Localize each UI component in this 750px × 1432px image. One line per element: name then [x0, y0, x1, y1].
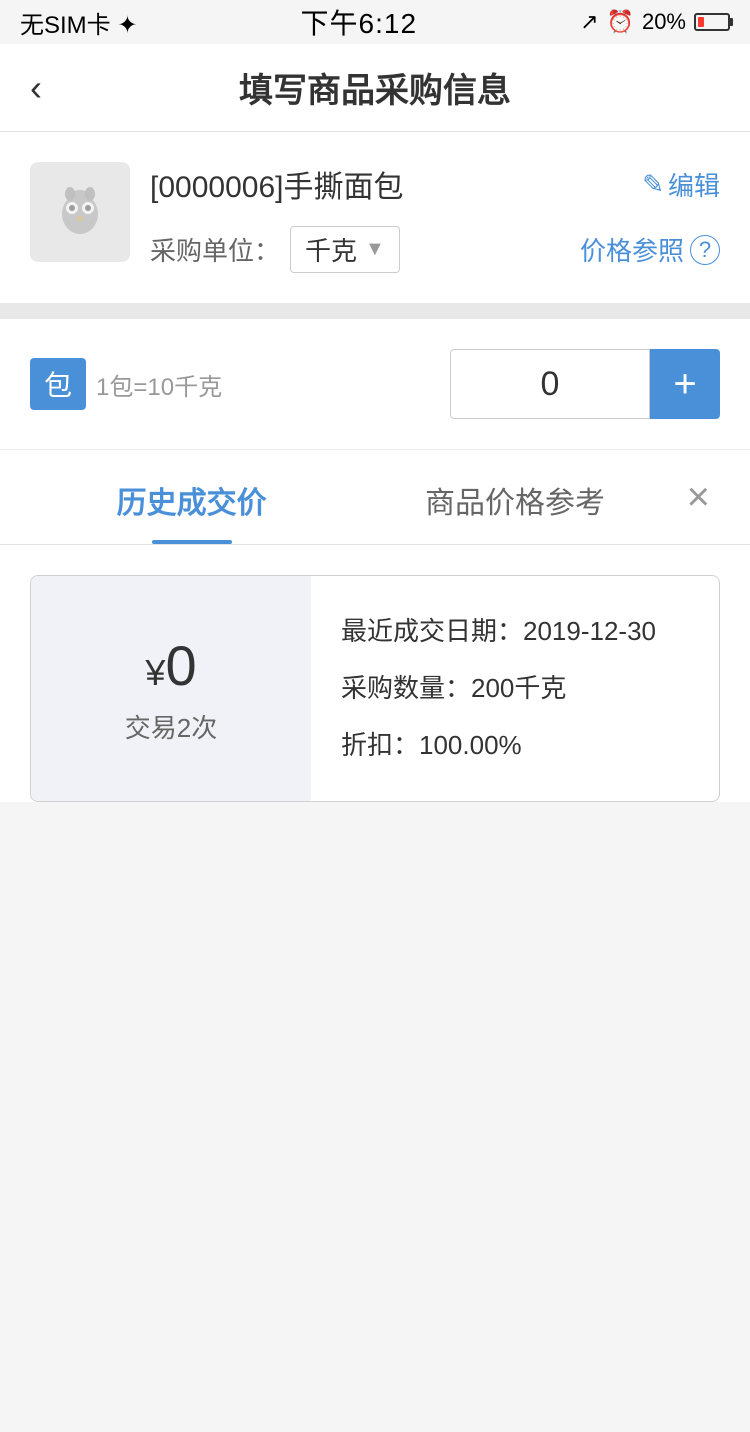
unit-box: 包 — [30, 358, 86, 410]
help-icon: ? — [690, 235, 720, 265]
tab-close-button[interactable]: × — [677, 457, 720, 537]
price-amount: ¥0 — [145, 633, 196, 698]
price-details: 最近成交日期：2019-12-30 采购数量：200千克 折扣：100.00% — [311, 576, 719, 801]
price-card: ¥0 交易2次 最近成交日期：2019-12-30 采购数量：200千克 折扣：… — [30, 575, 720, 802]
unit-label: 采购单位： — [150, 231, 280, 268]
currency-symbol: ¥ — [145, 652, 165, 693]
tab-section: 历史成交价 商品价格参考 × ¥0 交易2次 最近成交日期：2019-12-30… — [0, 450, 750, 802]
tab-header: 历史成交价 商品价格参考 × — [0, 450, 750, 545]
trade-count: 交易2次 — [125, 708, 217, 745]
product-image — [30, 162, 130, 262]
recent-date-row: 最近成交日期：2019-12-30 — [341, 612, 689, 651]
unit-value: 千克 — [305, 231, 357, 268]
dropdown-icon: ▼ — [365, 238, 385, 261]
purchase-qty-row: 采购数量：200千克 — [341, 669, 689, 708]
main-content-area — [0, 832, 750, 1432]
tab-history-price[interactable]: 历史成交价 — [30, 450, 353, 544]
status-left: 无SIM卡 ✦ — [20, 5, 137, 40]
unit-conversion: 包 1包=10千克 — [30, 358, 222, 410]
price-summary: ¥0 交易2次 — [31, 576, 311, 801]
tab-product-price-ref[interactable]: 商品价格参考 — [353, 450, 676, 544]
status-right: ↗ ⏰ 20% — [580, 9, 730, 35]
recent-date-value: 2019-12-30 — [523, 616, 656, 646]
purchase-qty-label: 采购数量： — [341, 673, 471, 703]
price-reference-button[interactable]: 价格参照 ? — [580, 231, 720, 268]
unit-select[interactable]: 千克 ▼ — [290, 226, 400, 273]
back-button[interactable]: ‹ — [30, 67, 42, 109]
header: ‹ 填写商品采购信息 — [0, 44, 750, 132]
discount-label: 折扣： — [341, 730, 419, 760]
product-name: [0000006]手撕面包 — [150, 162, 403, 206]
location-icon: ↗ — [580, 9, 598, 35]
product-card: [0000006]手撕面包 ✎ 编辑 采购单位： 千克 ▼ 价格参照 ? — [0, 132, 750, 303]
purchase-qty-value: 200千克 — [471, 673, 566, 703]
quantity-row: 包 1包=10千克 + — [0, 319, 750, 450]
product-info: [0000006]手撕面包 ✎ 编辑 采购单位： 千克 ▼ 价格参照 ? — [150, 162, 720, 273]
discount-value: 100.00% — [419, 730, 522, 760]
conversion-text: 1包=10千克 — [96, 367, 222, 402]
battery-icon — [694, 13, 730, 31]
quantity-plus-button[interactable]: + — [650, 349, 720, 419]
battery-percent: 20% — [642, 9, 686, 35]
quantity-control: + — [450, 349, 720, 419]
quantity-input[interactable] — [450, 349, 650, 419]
status-time: 下午6:12 — [301, 2, 418, 42]
carrier-text: 无SIM卡 ✦ — [20, 5, 137, 40]
alarm-icon: ⏰ — [607, 9, 634, 35]
section-divider — [0, 303, 750, 319]
recent-date-label: 最近成交日期： — [341, 616, 523, 646]
edit-button[interactable]: ✎ 编辑 — [642, 166, 720, 203]
edit-icon: ✎ — [642, 169, 664, 200]
page-title: 填写商品采购信息 — [239, 63, 511, 112]
price-ref-label: 价格参照 — [580, 231, 684, 268]
status-bar: 无SIM卡 ✦ 下午6:12 ↗ ⏰ 20% — [0, 0, 750, 44]
discount-row: 折扣：100.00% — [341, 726, 689, 765]
